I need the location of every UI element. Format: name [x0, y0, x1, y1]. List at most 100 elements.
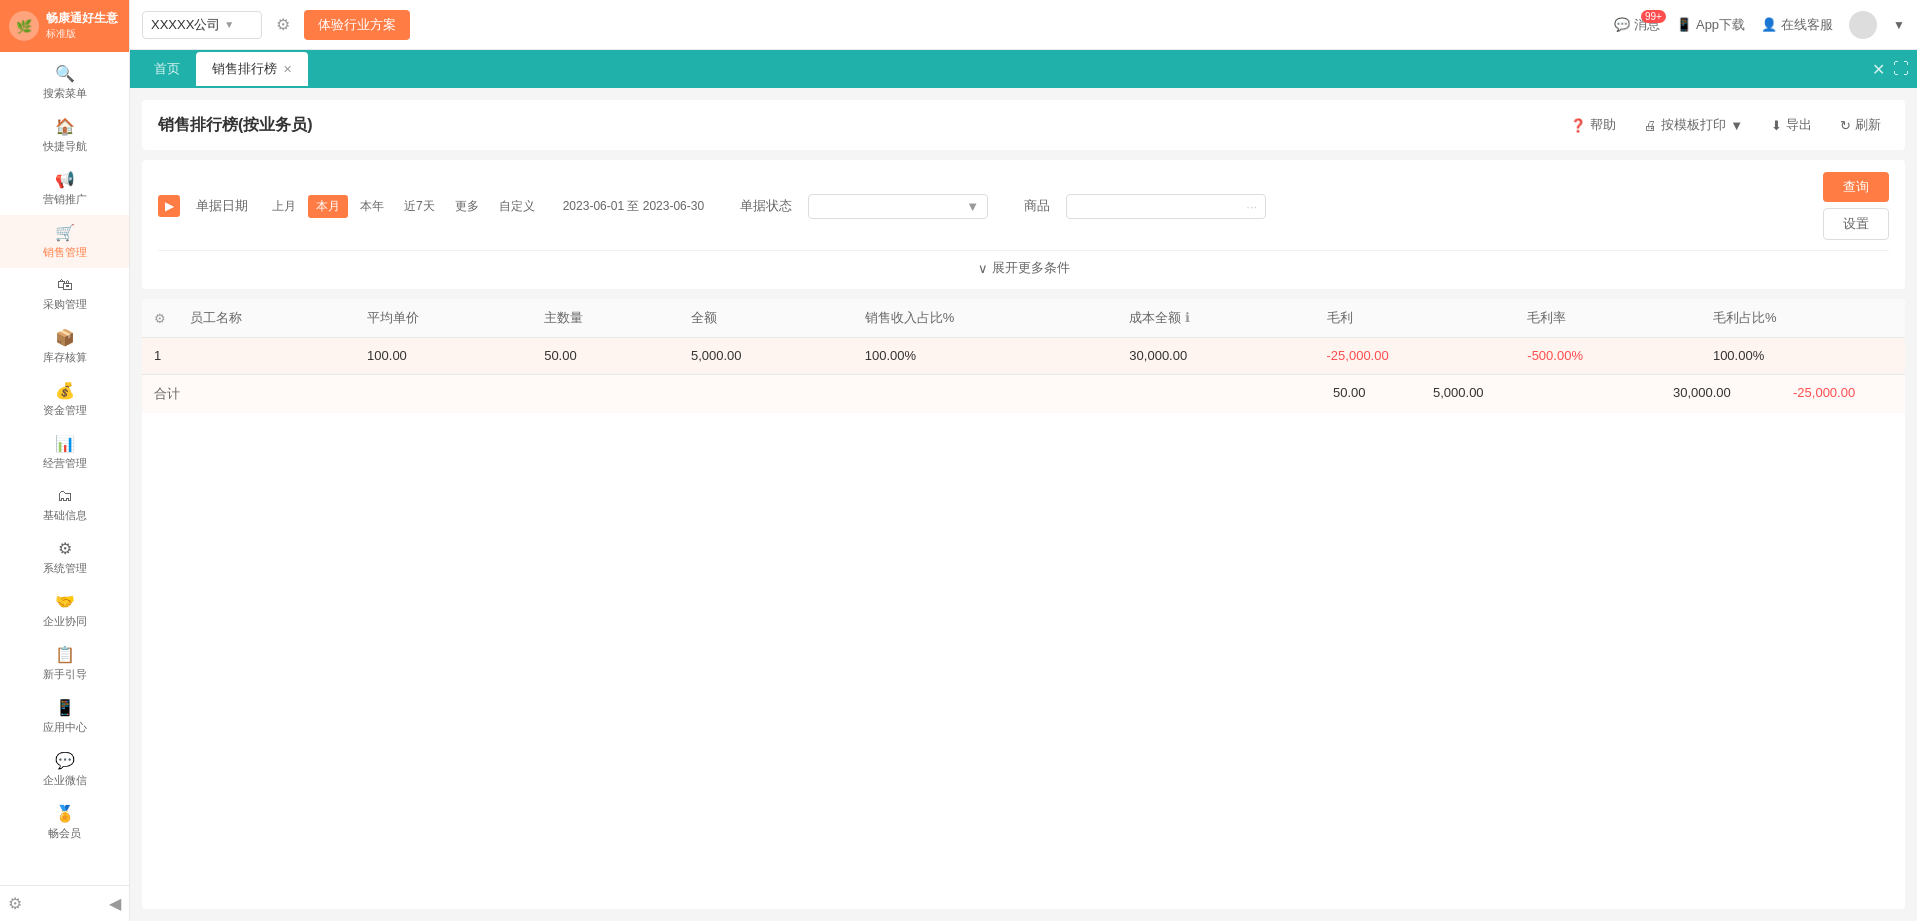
sidebar-item-member[interactable]: 🏅 畅会员 — [0, 796, 129, 849]
date-filter-label: 单据日期 — [196, 197, 248, 215]
collapse-icon[interactable]: ◀ — [109, 894, 121, 913]
status-arrow: ▼ — [966, 199, 979, 214]
user-avatar[interactable] — [1849, 11, 1877, 39]
sidebar-label-operations: 经营管理 — [43, 456, 87, 471]
sidebar-label-system: 系统管理 — [43, 561, 87, 576]
online-service-btn[interactable]: 👤 在线客服 — [1761, 16, 1833, 34]
page-title: 销售排行榜(按业务员) — [158, 115, 313, 136]
expand-btn[interactable]: ∨ 展开更多条件 — [978, 259, 1070, 277]
th-profit: 毛利 — [1315, 299, 1516, 338]
message-icon: 💬 — [1614, 17, 1630, 32]
th-name: 员工名称 — [178, 299, 355, 338]
inventory-icon: 📦 — [55, 328, 75, 347]
date-tab-自定义[interactable]: 自定义 — [491, 195, 543, 218]
sidebar-item-sales[interactable]: 🛒 销售管理 — [0, 215, 129, 268]
help-label: 帮助 — [1590, 116, 1616, 134]
sidebar-label-guide: 新手引导 — [43, 667, 87, 682]
more-icon: ··· — [1246, 199, 1257, 214]
basic-icon: 🗂 — [57, 487, 73, 505]
page-actions: ❓ 帮助 🖨 按模板打印 ▼ ⬇ 导出 ↻ 刷新 — [1562, 112, 1889, 138]
export-btn[interactable]: ⬇ 导出 — [1763, 112, 1820, 138]
sidebar-label-wechat: 企业微信 — [43, 773, 87, 788]
sidebar-item-collab[interactable]: 🤝 企业协同 — [0, 584, 129, 637]
cost-info-icon[interactable]: ℹ — [1185, 310, 1190, 325]
refresh-btn[interactable]: ↻ 刷新 — [1832, 112, 1889, 138]
trial-button[interactable]: 体验行业方案 — [304, 10, 410, 40]
logo-icon: 🌿 — [8, 10, 40, 42]
filter-toggle-btn[interactable]: ▶ — [158, 195, 180, 217]
sidebar-item-guide[interactable]: 📋 新手引导 — [0, 637, 129, 690]
settings-icon[interactable]: ⚙ — [8, 894, 22, 913]
date-range: 2023-06-01 至 2023-06-30 — [563, 198, 704, 215]
company-dropdown-arrow: ▼ — [224, 19, 234, 30]
date-tab-近7天[interactable]: 近7天 — [396, 195, 443, 218]
close-all-tabs-icon[interactable]: ✕ — [1872, 60, 1885, 79]
sidebar-item-purchase[interactable]: 🛍 采购管理 — [0, 268, 129, 320]
sidebar-label-inventory: 库存核算 — [43, 350, 87, 365]
message-badge: 99+ — [1641, 10, 1666, 23]
shortcut-icon: 🏠 — [55, 117, 75, 136]
sidebar-label-apps: 应用中心 — [43, 720, 87, 735]
tab-sales-rank[interactable]: 销售排行榜 ✕ — [196, 52, 308, 86]
sidebar-item-finance[interactable]: 💰 资金管理 — [0, 373, 129, 426]
app-download-label: App下载 — [1696, 16, 1745, 34]
goods-filter-label: 商品 — [1024, 197, 1050, 215]
wechat-icon: 💬 — [55, 751, 75, 770]
sidebar-item-search[interactable]: 🔍 搜索菜单 — [0, 56, 129, 109]
sidebar-item-inventory[interactable]: 📦 库存核算 — [0, 320, 129, 373]
download-icon: 📱 — [1676, 17, 1692, 32]
table-row: 1100.0050.005,000.00100.00%30,000.00-25,… — [142, 338, 1905, 374]
sidebar-item-marketing[interactable]: 📢 营销推广 — [0, 162, 129, 215]
company-selector[interactable]: XXXXX公司 ▼ — [142, 11, 262, 39]
th-sales_pct: 销售收入占比% — [853, 299, 1118, 338]
export-label: 导出 — [1786, 116, 1812, 134]
goods-input[interactable]: ··· — [1066, 194, 1266, 219]
date-tab-更多[interactable]: 更多 — [447, 195, 487, 218]
sidebar-item-basic[interactable]: 🗂 基础信息 — [0, 479, 129, 531]
col-settings-icon[interactable]: ⚙ — [154, 311, 166, 326]
status-filter-label: 单据状态 — [740, 197, 792, 215]
tabbar: 首页销售排行榜 ✕ ✕ ⛶ — [130, 50, 1917, 88]
app-logo: 🌿 畅康通好生意 标准版 — [0, 0, 129, 52]
content-area: 销售排行榜(按业务员) ❓ 帮助 🖨 按模板打印 ▼ ⬇ 导出 ↻ 刷新 — [130, 88, 1917, 921]
filter-toggle-icon: ▶ — [165, 199, 174, 213]
refresh-label: 刷新 — [1855, 116, 1881, 134]
settings-btn[interactable]: 设置 — [1823, 208, 1889, 240]
operations-icon: 📊 — [55, 434, 75, 453]
th-margin: 毛利率 — [1515, 299, 1701, 338]
sidebar-label-purchase: 采购管理 — [43, 297, 87, 312]
expand-tabs-icon[interactable]: ⛶ — [1893, 60, 1909, 79]
tab-home[interactable]: 首页 — [138, 52, 196, 86]
expand-down-icon: ∨ — [978, 261, 988, 276]
sidebar-item-operations[interactable]: 📊 经营管理 — [0, 426, 129, 479]
refresh-icon: ↻ — [1840, 118, 1851, 133]
help-btn[interactable]: ❓ 帮助 — [1562, 112, 1624, 138]
sidebar-item-shortcut[interactable]: 🏠 快捷导航 — [0, 109, 129, 162]
sidebar-item-system[interactable]: ⚙ 系统管理 — [0, 531, 129, 584]
cell-name — [178, 338, 355, 374]
query-btn[interactable]: 查询 — [1823, 172, 1889, 202]
status-select[interactable]: ▼ — [808, 194, 988, 219]
sidebar-label-shortcut: 快捷导航 — [43, 139, 87, 154]
expand-row: ∨ 展开更多条件 — [158, 250, 1889, 277]
app-download-btn[interactable]: 📱 App下载 — [1676, 16, 1745, 34]
sidebar-bottom: ⚙ ◀ — [0, 885, 129, 921]
date-tab-本月[interactable]: 本月 — [308, 195, 348, 218]
help-icon: ❓ — [1570, 118, 1586, 133]
date-tab-本年[interactable]: 本年 — [352, 195, 392, 218]
tab-label-sales-rank: 销售排行榜 — [212, 60, 277, 78]
message-btn[interactable]: 💬 消息 99+ — [1614, 16, 1660, 34]
app-version: 标准版 — [46, 27, 118, 41]
tab-close-sales-rank[interactable]: ✕ — [283, 63, 292, 76]
cell-rank: 1 — [142, 338, 178, 374]
print-btn[interactable]: 🖨 按模板打印 ▼ — [1636, 112, 1751, 138]
date-tab-上月[interactable]: 上月 — [264, 195, 304, 218]
print-dropdown-arrow: ▼ — [1730, 118, 1743, 133]
footer-cell-1 — [254, 385, 1313, 403]
company-name: XXXXX公司 — [151, 16, 220, 34]
apps-icon: 📱 — [55, 698, 75, 717]
topbar-gear-icon[interactable]: ⚙ — [272, 11, 294, 38]
sidebar-item-wechat[interactable]: 💬 企业微信 — [0, 743, 129, 796]
sidebar-item-apps[interactable]: 📱 应用中心 — [0, 690, 129, 743]
sidebar-label-sales: 销售管理 — [43, 245, 87, 260]
